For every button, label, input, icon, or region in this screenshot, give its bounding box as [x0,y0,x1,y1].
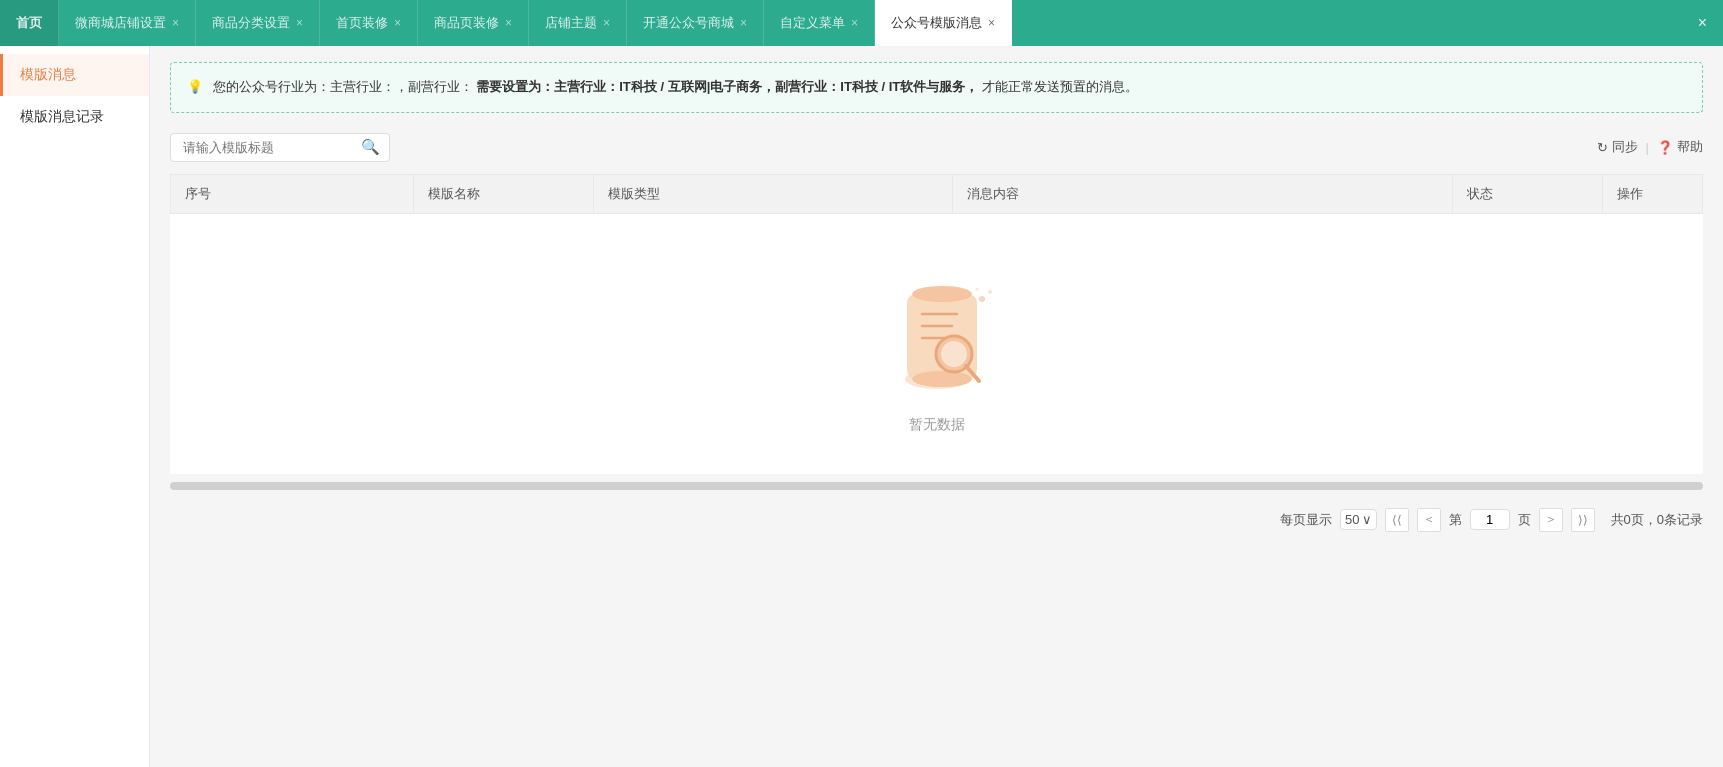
nav-tab-category[interactable]: 商品分类设置 × [196,0,320,46]
nav-tab-category-close[interactable]: × [296,16,303,30]
col-content: 消息内容 [953,174,1453,213]
top-nav: 首页 微商城店铺设置 × 商品分类设置 × 首页装修 × 商品页装修 × 店铺主… [0,0,1723,46]
nav-tab-open-mall[interactable]: 开通公众号商城 × [627,0,764,46]
search-input-wrap: 🔍 [170,133,390,162]
nav-tab-wsc[interactable]: 微商城店铺设置 × [59,0,196,46]
table-header-row: 序号 模版名称 模版类型 消息内容 状态 [171,174,1703,213]
page-prev-button[interactable]: ＜ [1417,508,1441,532]
empty-text: 暂无数据 [171,416,1703,434]
sidebar: 模版消息 模版消息记录 [0,46,150,767]
svg-point-10 [988,290,992,294]
pagination: 每页显示 50 ∨ ⟨⟨ ＜ 第 页 ＞ ⟩⟩ 共0页，0条记录 [170,498,1703,542]
search-button[interactable]: 🔍 [361,138,380,156]
sync-icon: ↻ [1597,140,1608,155]
nav-tab-custom-menu[interactable]: 自定义菜单 × [764,0,875,46]
help-button[interactable]: ❓ 帮助 [1657,138,1703,156]
notice-icon: 💡 [187,79,203,94]
nav-tab-wsc-label: 微商城店铺设置 [75,14,166,32]
nav-tab-open-mall-close[interactable]: × [740,16,747,30]
nav-tab-home-label: 首页 [16,14,42,32]
svg-point-7 [941,341,967,367]
col-seq: 序号 [171,174,414,213]
nav-tab-home-decor-close[interactable]: × [394,16,401,30]
svg-point-11 [975,287,978,290]
col-name: 模版名称 [414,174,594,213]
main-layout: 模版消息 模版消息记录 💡 您的公众号行业为：主营行业：，副营行业： 需要设置为… [0,46,1723,767]
nav-tab-product-decor-close[interactable]: × [505,16,512,30]
page-size-select[interactable]: 50 ∨ [1340,509,1376,530]
empty-state: 暂无数据 [171,214,1703,474]
nav-tab-product-decor[interactable]: 商品页装修 × [418,0,529,46]
horizontal-scrollbar[interactable] [170,482,1703,490]
page-next-button[interactable]: ＞ [1539,508,1563,532]
nav-tab-category-label: 商品分类设置 [212,14,290,32]
empty-illustration-wrap [171,274,1703,404]
content-area: 💡 您的公众号行业为：主营行业：，副营行业： 需要设置为：主营行业：IT科技 /… [150,46,1723,767]
nav-tab-open-mall-label: 开通公众号商城 [643,14,734,32]
help-icon: ❓ [1657,140,1673,155]
data-table: 序号 模版名称 模版类型 消息内容 状态 [170,174,1703,474]
sidebar-item-template-msg-log[interactable]: 模版消息记录 [0,96,149,138]
total-info: 共0页，0条记录 [1611,511,1703,529]
nav-tab-custom-menu-label: 自定义菜单 [780,14,845,32]
nav-tab-template-msg-label: 公众号模版消息 [891,14,982,32]
table-wrapper: 序号 模版名称 模版类型 消息内容 状态 [170,174,1703,474]
search-bar: 🔍 ↻ 同步 | ❓ 帮助 [170,133,1703,162]
nav-tab-home-decor[interactable]: 首页装修 × [320,0,418,46]
col-status: 状态 [1453,174,1603,213]
nav-tab-theme[interactable]: 店铺主题 × [529,0,627,46]
help-label: 帮助 [1677,138,1703,156]
sync-label: 同步 [1612,138,1638,156]
svg-point-1 [912,286,972,302]
table-body: 暂无数据 [171,213,1703,474]
notice-highlight: 需要设置为：主营行业：IT科技 / 互联网|电子商务，副营行业：IT科技 / I… [476,79,978,94]
svg-point-2 [912,371,972,387]
empty-illustration [872,274,1002,404]
toolbar-right: ↻ 同步 | ❓ 帮助 [1597,138,1703,156]
nav-tab-product-decor-label: 商品页装修 [434,14,499,32]
table-empty-row: 暂无数据 [171,213,1703,474]
nav-tab-theme-label: 店铺主题 [545,14,597,32]
nav-tab-home[interactable]: 首页 [0,0,59,46]
nav-tab-template-msg-close[interactable]: × [988,16,995,30]
nav-tab-wsc-close[interactable]: × [172,16,179,30]
search-input[interactable] [170,133,390,162]
page-last-button[interactable]: ⟩⟩ [1571,508,1595,532]
nav-tab-custom-menu-close[interactable]: × [851,16,858,30]
nav-close-all-button[interactable]: × [1682,14,1723,32]
toolbar-divider: | [1646,140,1649,155]
page-size-dropdown-icon: ∨ [1362,512,1372,527]
nav-tab-theme-close[interactable]: × [603,16,610,30]
sidebar-item-template-msg-log-label: 模版消息记录 [20,108,104,124]
page-size-label: 每页显示 [1280,511,1332,529]
page-number-input[interactable] [1470,509,1510,530]
page-prefix: 第 [1449,511,1462,529]
notice-prefix: 您的公众号行业为：主营行业：，副营行业： [213,79,473,94]
col-type: 模版类型 [594,174,953,213]
svg-point-9 [979,296,985,302]
page-size-value: 50 [1345,512,1359,527]
notice-box: 💡 您的公众号行业为：主营行业：，副营行业： 需要设置为：主营行业：IT科技 /… [170,62,1703,113]
sidebar-item-template-msg-label: 模版消息 [20,66,76,82]
nav-tab-home-decor-label: 首页装修 [336,14,388,32]
page-first-button[interactable]: ⟨⟨ [1385,508,1409,532]
table-header: 序号 模版名称 模版类型 消息内容 状态 [171,174,1703,213]
col-action: 操作 [1603,174,1703,213]
nav-tab-template-msg[interactable]: 公众号模版消息 × [875,0,1012,46]
page-unit: 页 [1518,511,1531,529]
sync-button[interactable]: ↻ 同步 [1597,138,1638,156]
notice-suffix: 才能正常发送预置的消息。 [982,79,1138,94]
sidebar-item-template-msg[interactable]: 模版消息 [0,54,149,96]
